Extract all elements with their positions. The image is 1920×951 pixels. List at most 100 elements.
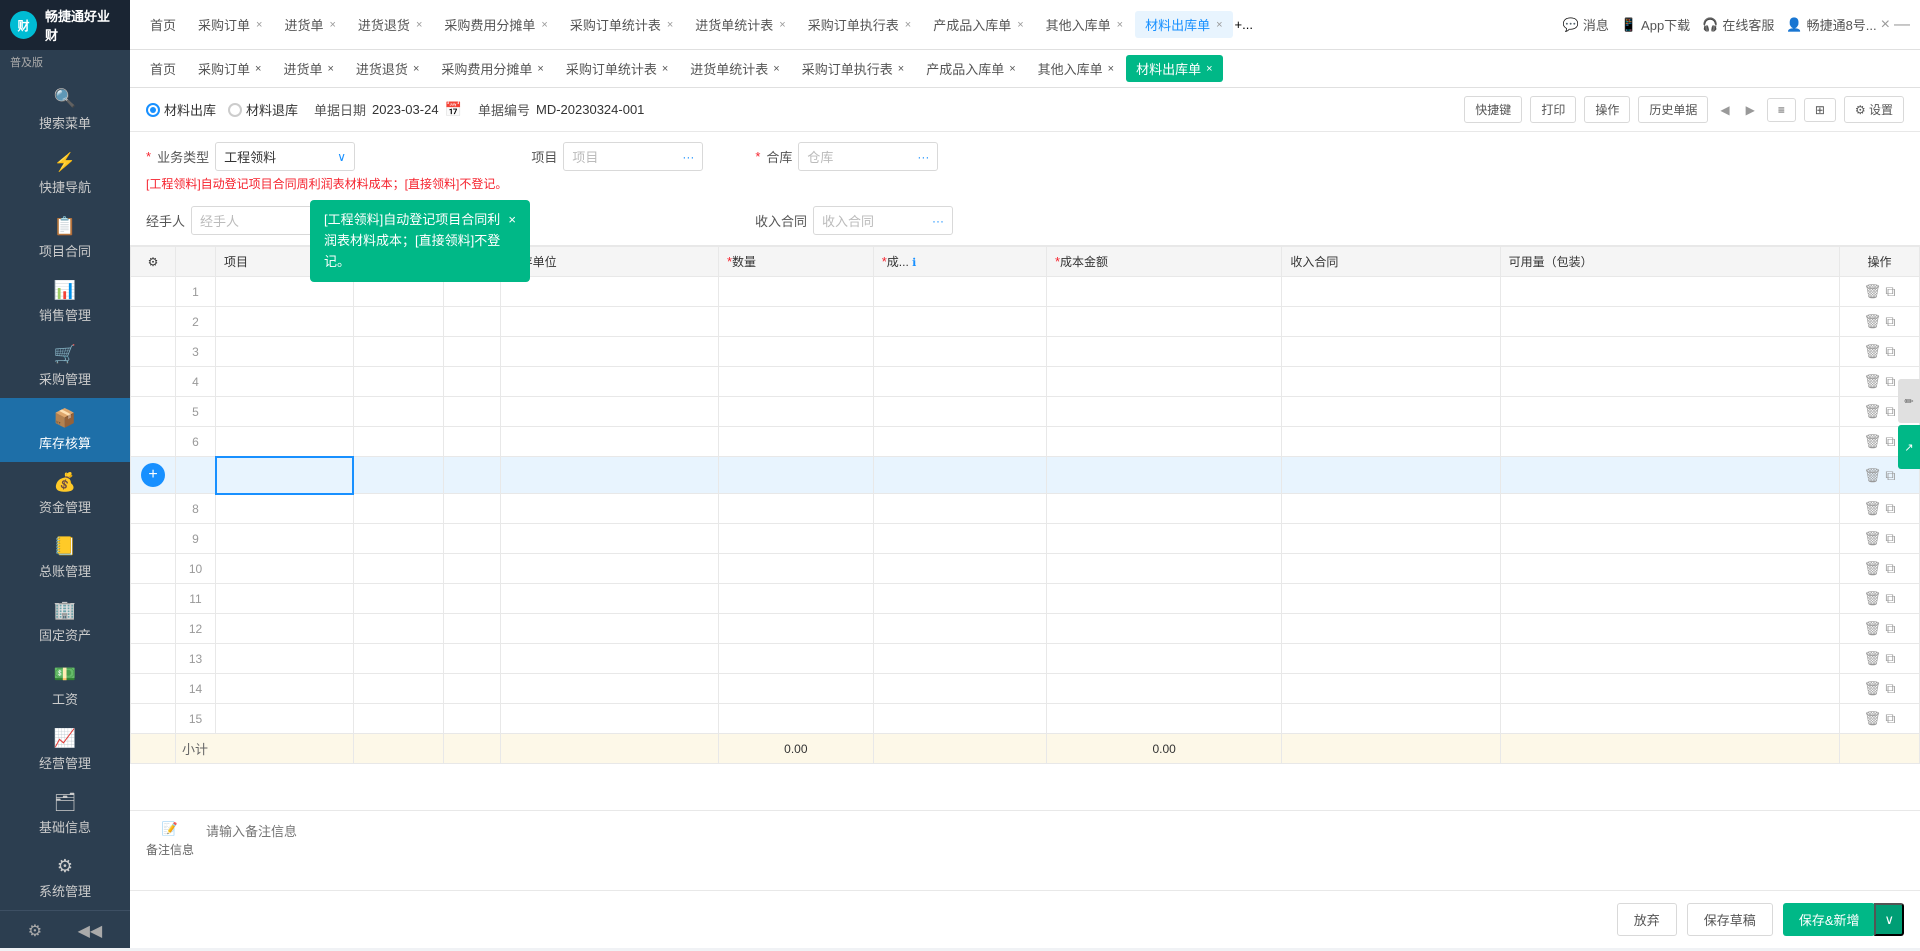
save-button[interactable]: 保存&新增 [1783,903,1876,936]
sidebar-item-ledger[interactable]: 📒 总账管理 [0,526,130,590]
tab-material-out[interactable]: 材料出库单 × [1135,11,1232,38]
warehouse-input[interactable]: 仓库 ··· [798,142,938,171]
page-tab-other-in[interactable]: 其他入库单× [1028,55,1124,82]
right-edit-icon[interactable]: ✏ [1898,379,1920,423]
notes-input[interactable] [206,821,1904,871]
tab-stock-in-return[interactable]: 进货退货 × [348,11,432,38]
close-icon[interactable]: × [1216,19,1222,31]
close-icon[interactable]: × [327,63,333,75]
delete-icon[interactable]: 🗑 [1864,620,1882,636]
close-icon[interactable]: × [1009,63,1015,75]
tab-product-in[interactable]: 产成品入库单 × [923,11,1033,38]
close-icon[interactable]: × [256,19,262,31]
message-btn[interactable]: 💬 消息 [1563,15,1609,34]
copy-icon[interactable]: ⧉ [1885,620,1895,636]
cell-contract[interactable] [1282,277,1500,307]
close-icon[interactable]: × [1117,19,1123,31]
sidebar-item-assets[interactable]: 🏢 固定资产 [0,590,130,654]
delete-icon[interactable]: 🗑 [1864,403,1882,419]
right-green-icon[interactable]: ↗ [1898,425,1920,469]
delete-icon[interactable]: 🗑 [1864,650,1882,666]
close-icon[interactable]: × [1017,19,1023,31]
radio-out[interactable]: 材料出库 [146,100,216,119]
delete-icon[interactable]: 🗑 [1864,560,1882,576]
cell-available[interactable] [1500,277,1839,307]
app-download-btn[interactable]: 📱 App下载 [1621,15,1690,34]
save-arrow-btn[interactable]: ∨ [1874,903,1904,936]
user-avatar[interactable]: 👤 畅捷通8号... [1786,15,1876,34]
tab-other-in[interactable]: 其他入库单 × [1036,11,1133,38]
cell-cost[interactable] [873,277,1046,307]
copy-icon[interactable]: ⧉ [1885,530,1895,546]
close-icon[interactable]: × [1108,63,1114,75]
page-tab-stock-in[interactable]: 进货单× [273,55,343,82]
copy-icon[interactable]: ⧉ [1885,403,1895,419]
cell-cost-amount[interactable] [1046,277,1281,307]
page-tab-stock-in-stat[interactable]: 进货单统计表× [680,55,789,82]
copy-icon[interactable]: ⧉ [1885,650,1895,666]
radio-return[interactable]: 材料退库 [228,100,298,119]
collapse-icon[interactable]: ◀◀ [78,921,103,941]
close-icon[interactable]: × [905,19,911,31]
copy-icon[interactable]: ⧉ [1885,710,1895,726]
settings-bottom-icon[interactable]: ⚙ [28,921,42,941]
page-tab-purchase-order[interactable]: 采购订单× [188,55,271,82]
project-input[interactable]: 项目 ··· [563,142,703,171]
delete-icon[interactable]: 🗑 [1864,530,1882,546]
delete-icon[interactable]: 🗑 [1864,680,1882,696]
copy-icon[interactable]: ⧉ [1885,500,1895,516]
delete-icon[interactable]: 🗑 [1864,590,1882,606]
business-type-input[interactable]: 工程领料 ∨ [215,142,355,171]
copy-icon[interactable]: ⧉ [1885,343,1895,359]
tab-purchase-stat[interactable]: 采购订单统计表 × [560,11,683,38]
sidebar-item-system[interactable]: ⚙ 系统管理 [0,846,130,910]
doc-no-value[interactable]: MD-20230324-001 [536,102,644,117]
sidebar-item-inventory[interactable]: 📦 库存核算 [0,398,130,462]
tab-purchase-exec[interactable]: 采购订单执行表 × [798,11,921,38]
copy-icon[interactable]: ⧉ [1885,467,1895,483]
settings-btn[interactable]: ⚙ 设置 [1844,96,1904,123]
delete-icon[interactable]: 🗑 [1864,373,1882,389]
page-tab-product-in[interactable]: 产成品入库单× [916,55,1025,82]
tab-purchase-order[interactable]: 采购订单 × [188,11,272,38]
copy-icon[interactable]: ⧉ [1885,680,1895,696]
tab-stock-in[interactable]: 进货单 × [274,11,345,38]
calendar-icon[interactable]: 📅 [445,101,462,118]
table-view-btn[interactable]: ⊞ [1804,98,1836,122]
page-tab-purchase-exec[interactable]: 采购订单执行表× [792,55,914,82]
grid-view-btn[interactable]: ≡ [1767,98,1796,122]
delete-icon[interactable]: 🗑 [1864,710,1882,726]
copy-icon[interactable]: ⧉ [1885,373,1895,389]
close-icon[interactable]: × [1206,63,1212,75]
delete-icon[interactable]: 🗑 [1864,313,1882,329]
close-icon[interactable]: × [779,19,785,31]
close-icon[interactable]: × [773,63,779,75]
draft-button[interactable]: 保存草稿 [1687,903,1773,936]
income-contract-input[interactable]: 收入合同 ··· [813,206,953,235]
sidebar-item-purchase[interactable]: 🛒 采购管理 [0,334,130,398]
close-icon[interactable]: × [662,63,668,75]
page-tab-material-out[interactable]: 材料出库单× [1126,55,1222,82]
history-btn[interactable]: 历史单据 [1638,96,1708,123]
topbar-close-btn[interactable]: × [1881,16,1890,34]
delete-icon[interactable]: 🗑 [1864,500,1882,516]
delete-icon[interactable]: 🗑 [1864,467,1882,483]
close-icon[interactable]: × [255,63,261,75]
dropdown-arrow[interactable]: ∨ [337,150,346,164]
delete-icon[interactable]: 🗑 [1864,283,1882,299]
close-icon[interactable]: × [329,19,335,31]
tab-stock-in-stat[interactable]: 进货单统计表 × [685,11,795,38]
add-row-btn[interactable]: + [141,463,165,487]
delete-icon[interactable]: 🗑 [1864,433,1882,449]
close-icon[interactable]: × [541,19,547,31]
sidebar-item-sales[interactable]: 📊 销售管理 [0,270,130,334]
page-tab-purchase-stat[interactable]: 采购订单统计表× [556,55,678,82]
sidebar-item-project[interactable]: 📋 项目合同 [0,206,130,270]
sidebar-item-payroll[interactable]: 💵 工资 [0,654,130,718]
tab-purchase-fee[interactable]: 采购费用分摊单 × [434,11,557,38]
close-icon[interactable]: × [537,63,543,75]
sidebar-item-search[interactable]: 🔍 搜索菜单 [0,78,130,142]
date-value[interactable]: 2023-03-24 [372,102,439,117]
sidebar-item-quick-nav[interactable]: ⚡ 快捷导航 [0,142,130,206]
print-btn[interactable]: 打印 [1530,96,1576,123]
